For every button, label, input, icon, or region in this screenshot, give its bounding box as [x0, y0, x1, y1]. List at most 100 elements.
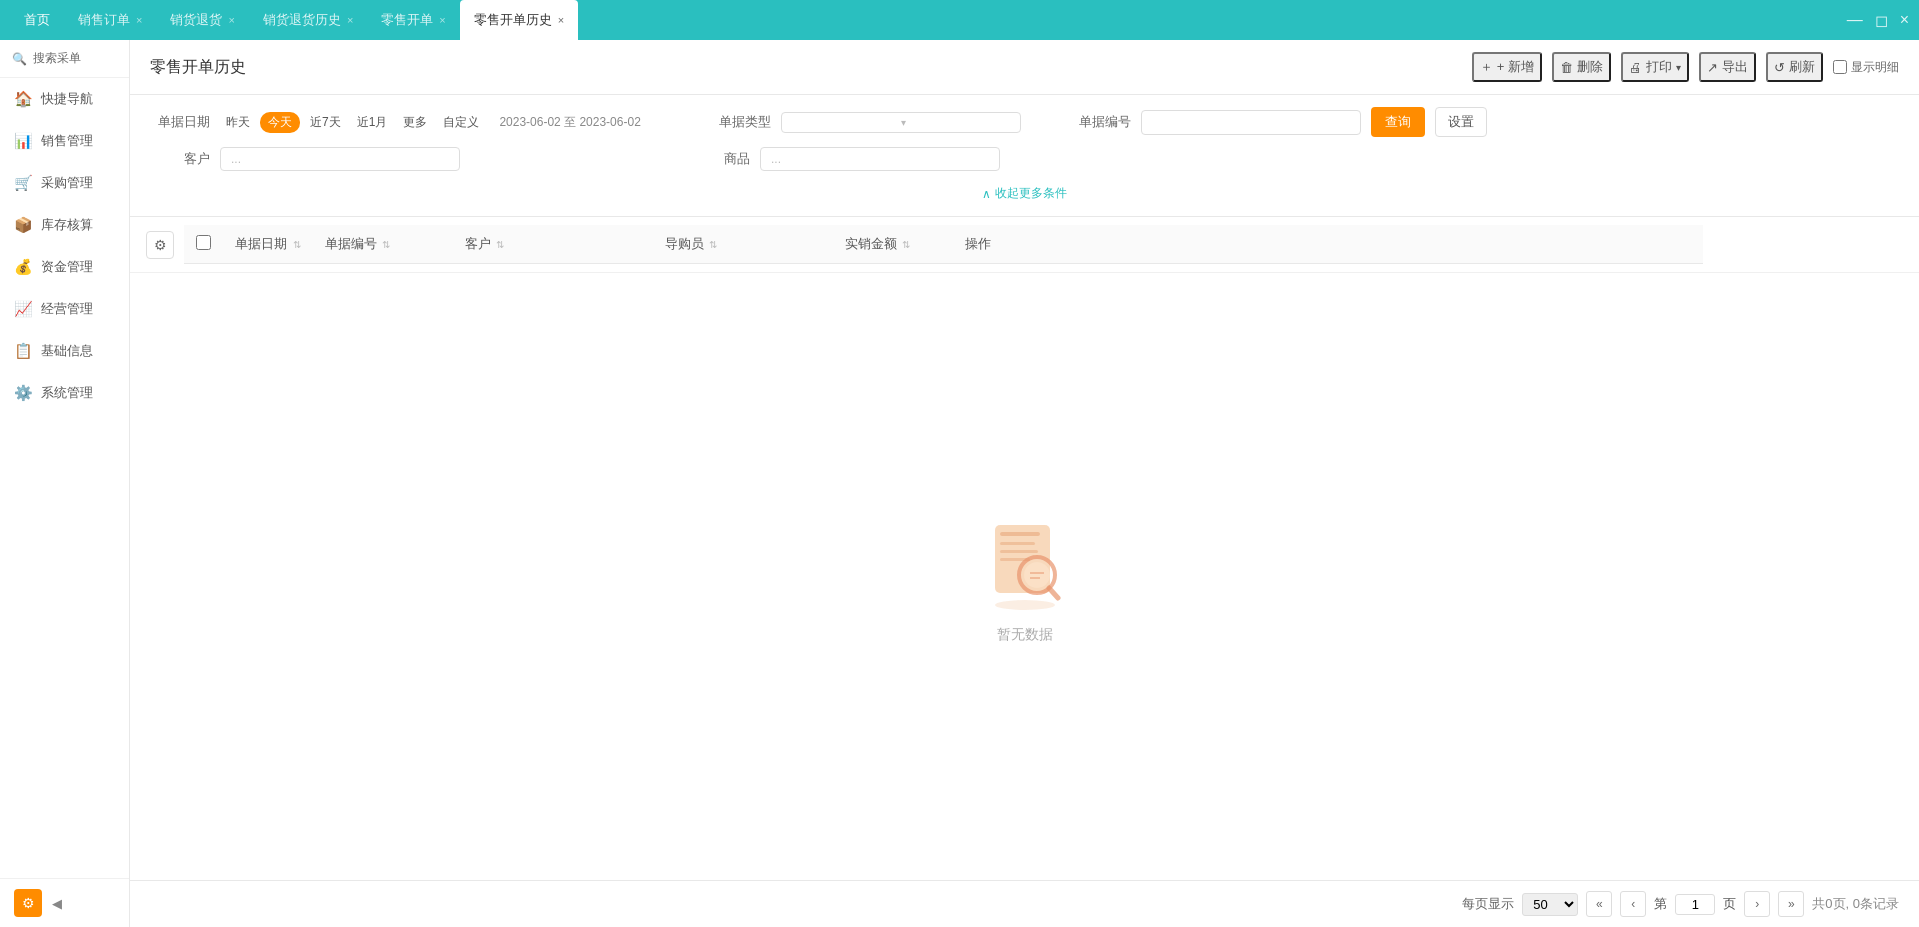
tab-sales-return-history-close[interactable]: × [347, 14, 353, 26]
svg-rect-2 [1000, 532, 1040, 536]
col-doc-no[interactable]: 单据编号 ⇅ [313, 225, 453, 264]
doc-type-select[interactable]: ▾ [781, 112, 1021, 133]
add-label: + 新增 [1497, 58, 1534, 76]
date-7days-btn[interactable]: 近7天 [304, 112, 347, 133]
sidebar-item-quick-nav[interactable]: 🏠 快捷导航 [0, 78, 129, 120]
table-wrapper: ⚙ [130, 217, 1919, 880]
col-salesperson[interactable]: 导购员 ⇅ [653, 225, 833, 264]
sidebar-search[interactable]: 🔍 搜索采单 [0, 40, 129, 78]
page-header: 零售开单历史 ＋ + 新增 🗑 删除 🖨 打印 ▾ ↗ 导出 [130, 40, 1919, 95]
sidebar: 🔍 搜索采单 🏠 快捷导航 📊 销售管理 🛒 采购管理 📦 库存核算 💰 资金管… [0, 40, 130, 927]
svg-rect-3 [1000, 542, 1035, 545]
refresh-label: 刷新 [1789, 58, 1815, 76]
page-size-select[interactable]: 50 10 20 100 [1522, 893, 1578, 916]
sidebar-footer: ⚙ ◀ [0, 878, 129, 927]
tab-sales-return[interactable]: 销货退货 × [156, 0, 248, 40]
tab-retail-order-history-close[interactable]: × [558, 14, 564, 26]
product-label: 商品 [690, 150, 750, 168]
sidebar-collapse-button[interactable]: ◀ [52, 896, 62, 911]
sidebar-item-system-mgmt-label: 系统管理 [41, 384, 93, 402]
tab-sales-order[interactable]: 销售订单 × [64, 0, 156, 40]
sidebar-item-operation-mgmt-label: 经营管理 [41, 300, 93, 318]
product-dots: ... [771, 152, 781, 166]
sidebar-item-purchase-mgmt-label: 采购管理 [41, 174, 93, 192]
tab-sales-order-close[interactable]: × [136, 14, 142, 26]
col-amount[interactable]: 实销金额 ⇅ [833, 225, 953, 264]
sidebar-item-base-info-label: 基础信息 [41, 342, 93, 360]
cart-icon: 🛒 [14, 174, 33, 192]
next-page-button[interactable]: › [1744, 891, 1770, 917]
svg-rect-4 [1000, 550, 1038, 553]
gear-icon: ⚙ [22, 895, 35, 911]
sidebar-item-operation-mgmt[interactable]: 📈 经营管理 [0, 288, 129, 330]
sidebar-gear-button[interactable]: ⚙ [14, 889, 42, 917]
tab-retail-order[interactable]: 零售开单 × [367, 0, 459, 40]
col-date[interactable]: 单据日期 ⇅ [223, 225, 313, 264]
doc-type-label: 单据类型 [711, 113, 771, 131]
filter-area: 单据日期 昨天 今天 近7天 近1月 更多 自定义 2023-06-02 至 2… [130, 95, 1919, 217]
delete-label: 删除 [1577, 58, 1603, 76]
sidebar-item-inventory[interactable]: 📦 库存核算 [0, 204, 129, 246]
tab-sales-return-close[interactable]: × [228, 14, 234, 26]
date-custom-btn[interactable]: 自定义 [437, 112, 485, 133]
export-button[interactable]: ↗ 导出 [1699, 52, 1756, 82]
minimize-btn[interactable]: — [1847, 11, 1863, 30]
doc-no-label: 单据编号 [1071, 113, 1131, 131]
sidebar-item-base-info[interactable]: 📋 基础信息 [0, 330, 129, 372]
sidebar-item-quick-nav-label: 快捷导航 [41, 90, 93, 108]
top-tabbar: 首页 销售订单 × 销货退货 × 销货退货历史 × 零售开单 × 零售开单历史 … [0, 0, 1919, 40]
column-settings-button[interactable]: ⚙ [146, 231, 174, 259]
next-page-icon: › [1755, 897, 1759, 911]
delete-button[interactable]: 🗑 删除 [1552, 52, 1611, 82]
tab-sales-return-history[interactable]: 销货退货历史 × [249, 0, 367, 40]
sidebar-item-purchase-mgmt[interactable]: 🛒 采购管理 [0, 162, 129, 204]
product-input[interactable]: ... [760, 147, 1000, 171]
trending-icon: 📈 [14, 300, 33, 318]
show-detail-text: 显示明细 [1851, 59, 1899, 76]
tab-retail-order-history[interactable]: 零售开单历史 × [460, 0, 578, 40]
sidebar-item-sales-mgmt[interactable]: 📊 销售管理 [0, 120, 129, 162]
refresh-button[interactable]: ↺ 刷新 [1766, 52, 1823, 82]
date-1month-btn[interactable]: 近1月 [351, 112, 394, 133]
print-icon: 🖨 [1629, 60, 1642, 75]
refresh-icon: ↺ [1774, 60, 1785, 75]
customer-input[interactable]: ... [220, 147, 460, 171]
settings-button[interactable]: 设置 [1435, 107, 1487, 137]
restore-btn[interactable]: ◻ [1875, 11, 1888, 30]
select-all-checkbox[interactable] [196, 235, 211, 250]
print-button[interactable]: 🖨 打印 ▾ [1621, 52, 1689, 82]
query-button[interactable]: 查询 [1371, 107, 1425, 137]
col-customer[interactable]: 客户 ⇅ [453, 225, 653, 264]
data-table: 单据日期 ⇅ 单据编号 ⇅ 客户 ⇅ [184, 225, 1903, 264]
page-number-input[interactable] [1675, 894, 1715, 915]
date-yesterday-btn[interactable]: 昨天 [220, 112, 256, 133]
date-more-btn[interactable]: 更多 [397, 112, 433, 133]
collapse-row[interactable]: ∧ 收起更多条件 [150, 181, 1899, 210]
last-page-button[interactable]: » [1778, 891, 1804, 917]
col-settings-icon: ⚙ [154, 237, 167, 253]
tab-retail-order-close[interactable]: × [439, 14, 445, 26]
content-area: 零售开单历史 ＋ + 新增 🗑 删除 🖨 打印 ▾ ↗ 导出 [130, 40, 1919, 927]
main-layout: 🔍 搜索采单 🏠 快捷导航 📊 销售管理 🛒 采购管理 📦 库存核算 💰 资金管… [0, 40, 1919, 927]
last-page-icon: » [1788, 897, 1795, 911]
close-btn[interactable]: × [1900, 11, 1909, 30]
add-button[interactable]: ＋ + 新增 [1472, 52, 1542, 82]
date-today-btn[interactable]: 今天 [260, 112, 300, 133]
page-title: 零售开单历史 [150, 57, 246, 78]
tab-home[interactable]: 首页 [10, 0, 64, 40]
first-page-icon: « [1596, 897, 1603, 911]
sidebar-item-sales-mgmt-label: 销售管理 [41, 132, 93, 150]
prev-page-icon: ‹ [1631, 897, 1635, 911]
sort-date-icon: ⇅ [293, 239, 301, 250]
sidebar-item-inventory-label: 库存核算 [41, 216, 93, 234]
prev-page-button[interactable]: ‹ [1620, 891, 1646, 917]
delete-icon: 🗑 [1560, 60, 1573, 75]
sidebar-item-system-mgmt[interactable]: ⚙️ 系统管理 [0, 372, 129, 414]
first-page-button[interactable]: « [1586, 891, 1612, 917]
sidebar-item-finance-mgmt[interactable]: 💰 资金管理 [0, 246, 129, 288]
add-icon: ＋ [1480, 58, 1493, 76]
show-detail-label[interactable]: 显示明细 [1833, 59, 1899, 76]
col-action: 操作 [953, 225, 1703, 264]
show-detail-checkbox[interactable] [1833, 60, 1847, 74]
doc-no-input[interactable] [1141, 110, 1361, 135]
